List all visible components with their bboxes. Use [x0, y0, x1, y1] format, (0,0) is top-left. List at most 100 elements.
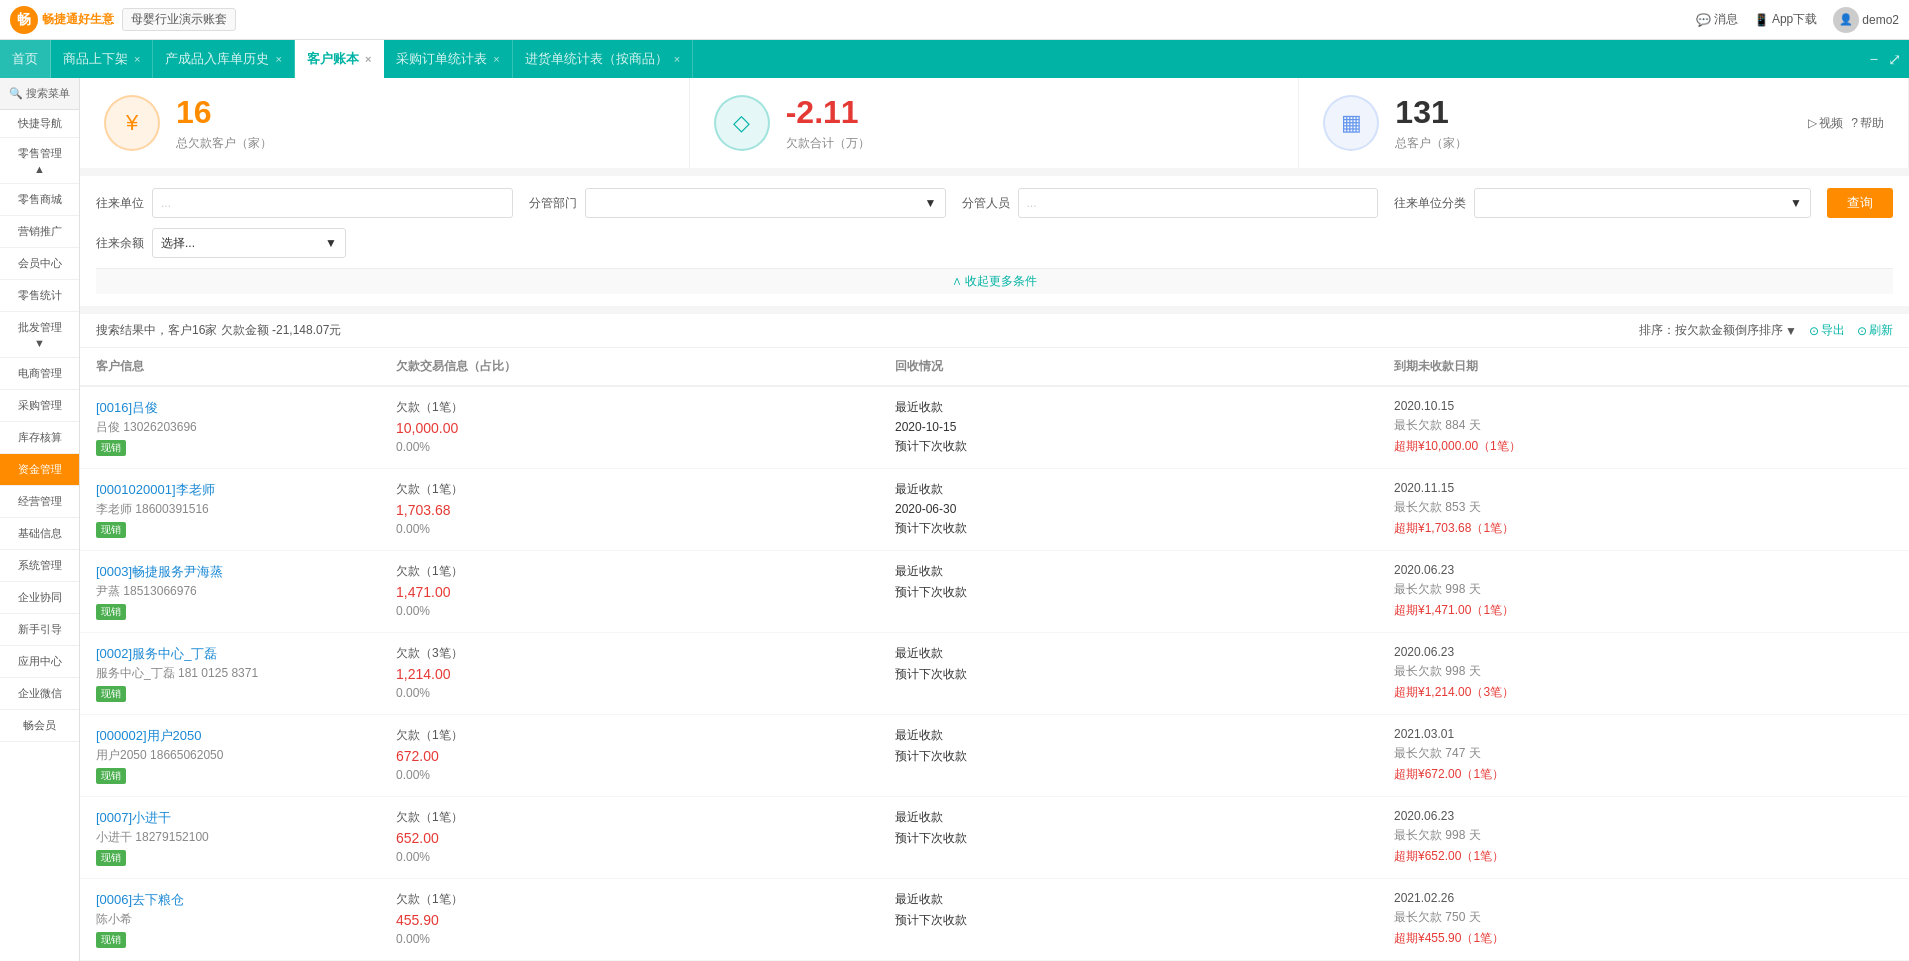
close-icon[interactable]: × [365, 53, 371, 65]
sidebar-item-operations[interactable]: 经营管理 [0, 486, 79, 518]
next-collection-label: 预计下次收款 [895, 520, 1394, 537]
expand-icon[interactable]: ⤢ [1888, 50, 1901, 69]
customer-cell: [0006]去下粮仓 陈小希 现销 [96, 891, 396, 948]
filter-area: 往来单位 ... 分管部门 ▼ 分管人员 ... 往来单位分类 [80, 176, 1909, 306]
sidebar-item-beginner[interactable]: 新手引导 [0, 614, 79, 646]
sidebar-item-retail-mall[interactable]: 零售商城 [0, 184, 79, 216]
customer-name[interactable]: [0007]小进干 [96, 809, 396, 827]
debt-amount[interactable]: 672.00 [396, 748, 895, 764]
collection-cell: 最近收款 预计下次收款 [895, 809, 1394, 847]
sidebar-item-label: 零售管理 [18, 146, 62, 161]
debt-amount[interactable]: 1,214.00 [396, 666, 895, 682]
stat-icon-customers: ▦ [1323, 95, 1379, 151]
recent-collection-date: 2020-06-30 [895, 502, 1394, 516]
close-icon[interactable]: × [134, 53, 140, 65]
store-selector[interactable]: 母婴行业演示账套 [122, 8, 236, 31]
overdue-amount[interactable]: 超期¥672.00（1笔） [1394, 766, 1893, 783]
close-icon[interactable]: × [493, 53, 499, 65]
filter-label-dept: 分管部门 [529, 195, 577, 212]
sidebar-item-basic-info[interactable]: 基础信息 [0, 518, 79, 550]
person-input[interactable]: ... [1018, 188, 1379, 218]
sidebar-item-marketing[interactable]: 营销推广 [0, 216, 79, 248]
sidebar-item-wholesale[interactable]: 批发管理 ▼ [0, 312, 79, 358]
tab-product-listing[interactable]: 商品上下架 × [51, 40, 153, 78]
overdue-amount[interactable]: 超期¥455.90（1笔） [1394, 930, 1893, 947]
sidebar-item-purchase[interactable]: 采购管理 [0, 390, 79, 422]
chevron-down-icon: ▼ [1790, 196, 1802, 210]
close-icon[interactable]: × [275, 53, 281, 65]
table-header: 客户信息 欠款交易信息（占比） 回收情况 到期未收款日期 [80, 348, 1909, 387]
debt-count: 欠款（1笔） [396, 563, 895, 580]
customer-name[interactable]: [0001020001]李老师 [96, 481, 396, 499]
sidebar-item-system[interactable]: 系统管理 [0, 550, 79, 582]
result-text: 搜索结果中，客户16家 欠款金额 -21,148.07元 [96, 322, 341, 339]
customer-name[interactable]: [0003]畅捷服务尹海蒸 [96, 563, 396, 581]
next-collection-label: 预计下次收款 [895, 830, 1394, 847]
customer-name[interactable]: [0002]服务中心_丁磊 [96, 645, 396, 663]
sort-selector[interactable]: 排序：按欠款金额倒序排序 ▼ [1639, 322, 1797, 339]
customer-name[interactable]: [0006]去下粮仓 [96, 891, 396, 909]
help-btn[interactable]: ? 帮助 [1851, 115, 1884, 132]
sidebar-item-enterprise-collab[interactable]: 企业协同 [0, 582, 79, 614]
sidebar-item-label: 畅会员 [23, 718, 56, 733]
export-btn[interactable]: ⊙ 导出 [1809, 322, 1845, 339]
debt-amount[interactable]: 652.00 [396, 830, 895, 846]
recent-collection-label: 最近收款 [895, 563, 1394, 580]
dept-select[interactable]: ▼ [585, 188, 946, 218]
tab-purchase-stats-product[interactable]: 进货单统计表（按商品）× [513, 40, 693, 78]
debt-amount[interactable]: 1,471.00 [396, 584, 895, 600]
export-icon: ⊙ [1809, 324, 1819, 338]
col-header-customer: 客户信息 [96, 358, 396, 375]
customer-name[interactable]: [000002]用户2050 [96, 727, 396, 745]
overdue-amount[interactable]: 超期¥652.00（1笔） [1394, 848, 1893, 865]
sidebar-item-app-center[interactable]: 应用中心 [0, 646, 79, 678]
sidebar-item-ecommerce[interactable]: 电商管理 [0, 358, 79, 390]
debt-amount[interactable]: 455.90 [396, 912, 895, 928]
sidebar-item-finance[interactable]: 资金管理 [0, 454, 79, 486]
sidebar-item-retail-mgmt[interactable]: 零售管理 ▲ [0, 138, 79, 184]
supplier-input[interactable]: ... [152, 188, 513, 218]
app-download-btn[interactable]: 📱 App下载 [1754, 11, 1817, 28]
sidebar-item-member[interactable]: 会员中心 [0, 248, 79, 280]
chevron-down-icon: ▼ [325, 236, 337, 250]
refresh-btn[interactable]: ⊙ 刷新 [1857, 322, 1893, 339]
tab-production-history[interactable]: 产成品入库单历史 × [153, 40, 294, 78]
recent-collection-label: 最近收款 [895, 809, 1394, 826]
balance-select[interactable]: 选择... ▼ [152, 228, 346, 258]
collection-cell: 最近收款 2020-06-30 预计下次收款 [895, 481, 1394, 537]
tab-customer-account[interactable]: 客户账本 × [295, 40, 384, 78]
next-collection-label: 预计下次收款 [895, 584, 1394, 601]
sidebar-quick-nav[interactable]: 快捷导航 [0, 110, 79, 138]
sidebar-item-inventory[interactable]: 库存核算 [0, 422, 79, 454]
sidebar-search[interactable]: 🔍 搜索菜单 [0, 78, 79, 110]
search-button[interactable]: 查询 [1827, 188, 1893, 218]
sidebar-item-changhui[interactable]: 畅会员 [0, 710, 79, 742]
debt-amount[interactable]: 1,703.68 [396, 502, 895, 518]
recent-collection-label: 最近收款 [895, 727, 1394, 744]
customer-name[interactable]: [0016]吕俊 [96, 399, 396, 417]
user-avatar-area[interactable]: 👤 demo2 [1833, 7, 1899, 33]
tab-purchase-order-stats[interactable]: 采购订单统计表 × [384, 40, 512, 78]
overdue-amount[interactable]: 超期¥1,703.68（1笔） [1394, 520, 1893, 537]
collapse-filter-btn[interactable]: ∧ 收起更多条件 [96, 268, 1893, 294]
debt-amount[interactable]: 10,000.00 [396, 420, 895, 436]
sidebar-item-label: 基础信息 [18, 526, 62, 541]
minimize-icon[interactable]: － [1866, 49, 1882, 70]
message-btn[interactable]: 💬 消息 [1696, 11, 1738, 28]
debt-count: 欠款（3笔） [396, 645, 895, 662]
overdue-amount[interactable]: 超期¥10,000.00（1笔） [1394, 438, 1893, 455]
customer-tag: 现销 [96, 686, 126, 702]
sidebar-item-wechat[interactable]: 企业微信 [0, 678, 79, 710]
sidebar-item-retail-stats[interactable]: 零售统计 [0, 280, 79, 312]
overdue-amount[interactable]: 超期¥1,214.00（3笔） [1394, 684, 1893, 701]
customer-cell: [0016]吕俊 吕俊 13026203696 现销 [96, 399, 396, 456]
close-icon[interactable]: × [674, 53, 680, 65]
brand-name: 畅捷通好生意 [42, 11, 114, 28]
tab-home[interactable]: 首页 [0, 40, 51, 78]
video-btn[interactable]: ▷ 视频 [1808, 115, 1843, 132]
table-row: [0007]小进干 小进干 18279152100 现销 欠款（1笔） 652.… [80, 797, 1909, 879]
overdue-cell: 2020.06.23 最长欠款 998 天 超期¥652.00（1笔） [1394, 809, 1893, 865]
app-label: App下载 [1772, 11, 1817, 28]
overdue-amount[interactable]: 超期¥1,471.00（1笔） [1394, 602, 1893, 619]
category-select[interactable]: ▼ [1474, 188, 1811, 218]
